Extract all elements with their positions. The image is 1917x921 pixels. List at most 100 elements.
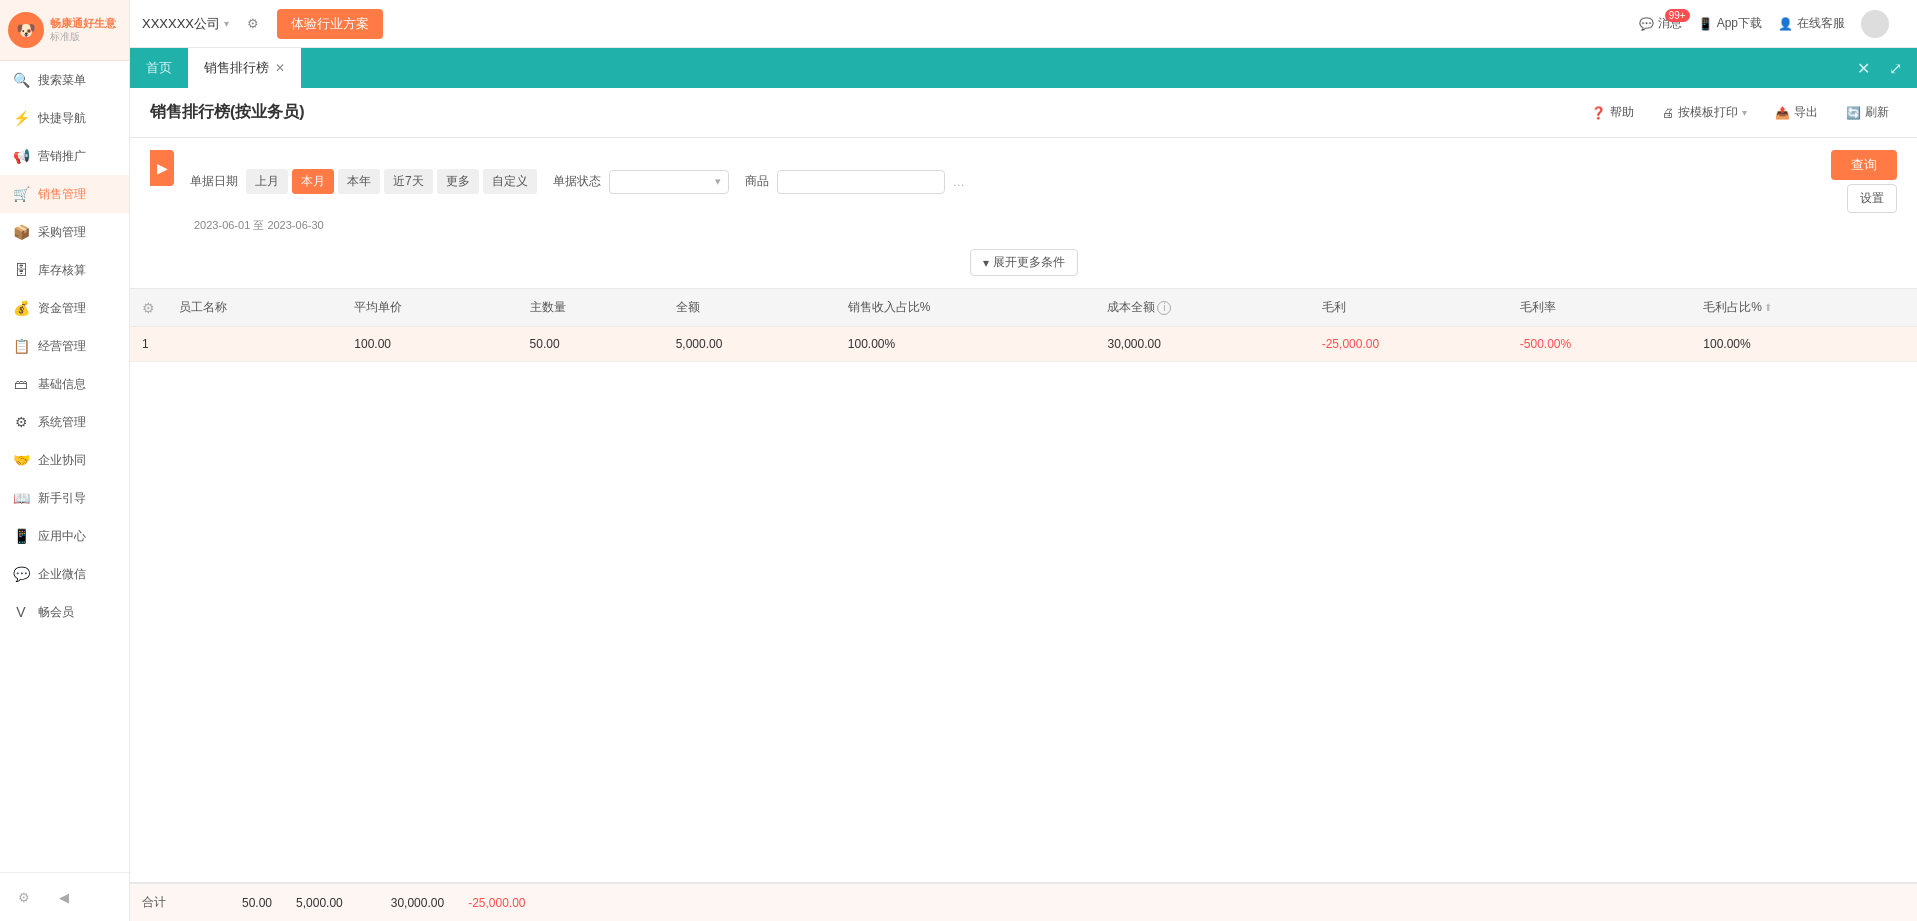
- sidebar-item-0[interactable]: 🔍搜索菜单: [0, 61, 129, 99]
- goods-input[interactable]: [777, 170, 945, 194]
- sidebar-settings-btn[interactable]: ⚙: [8, 881, 40, 913]
- message-badge: 99+: [1665, 9, 1690, 22]
- sidebar-item-5[interactable]: 🗄 库存核算: [0, 251, 129, 289]
- cell-amount-0: 5,000.00: [664, 327, 836, 362]
- sidebar-item-4[interactable]: 📦采购管理: [0, 213, 129, 251]
- sidebar-item-2[interactable]: 📢营销推广: [0, 137, 129, 175]
- date-btn-近7天[interactable]: 近7天: [384, 169, 433, 194]
- sidebar-item-6[interactable]: 💰资金管理: [0, 289, 129, 327]
- refresh-btn[interactable]: 🔄 刷新: [1838, 100, 1897, 125]
- sidebar-item-3[interactable]: 🛒销售管理: [0, 175, 129, 213]
- export-btn[interactable]: 📤 导出: [1767, 100, 1826, 125]
- sidebar-item-7[interactable]: 📋经营管理: [0, 327, 129, 365]
- filter-ellipsis[interactable]: …: [953, 175, 965, 189]
- print-btn[interactable]: 🖨 按模板打印 ▾: [1654, 100, 1755, 125]
- refresh-icon: 🔄: [1846, 106, 1861, 120]
- main-area: XXXXXX公司 ▾ ⚙ 体验行业方案 💬 消息 99+ 📱 App下载 👤 在…: [130, 0, 1917, 921]
- date-label: 单据日期: [190, 173, 238, 190]
- topbar-right: 💬 消息 99+ 📱 App下载 👤 在线客服: [1639, 10, 1905, 38]
- sidebar-item-14[interactable]: V畅会员: [0, 593, 129, 631]
- sidebar-item-8[interactable]: 🗃基础信息: [0, 365, 129, 403]
- sidebar-label-9: 系统管理: [38, 414, 86, 431]
- sidebar-icon-13: 💬: [12, 565, 30, 583]
- service-label: 在线客服: [1797, 15, 1845, 32]
- date-buttons: 上月本月本年近7天更多自定义: [246, 169, 537, 194]
- tab-close-all-btn[interactable]: ✕: [1849, 54, 1877, 82]
- expand-filter-btn[interactable]: ▾ 展开更多条件: [970, 249, 1078, 276]
- sort-icon-gross_pct[interactable]: ⬆: [1764, 302, 1772, 313]
- app-icon: 📱: [1698, 17, 1713, 31]
- date-btn-自定义[interactable]: 自定义: [483, 169, 537, 194]
- date-btn-本月[interactable]: 本月: [292, 169, 334, 194]
- expand-label: 展开更多条件: [993, 254, 1065, 271]
- sidebar-icon-1: ⚡: [12, 109, 30, 127]
- footer-amount: 5,000.00: [284, 896, 355, 910]
- company-dropdown-icon: ▾: [224, 18, 229, 29]
- sidebar-label-5: 库存核算: [38, 262, 86, 279]
- col-header-amount: 全额: [664, 289, 836, 327]
- sidebar-item-12[interactable]: 📱应用中心: [0, 517, 129, 555]
- sidebar-item-9[interactable]: ⚙系统管理: [0, 403, 129, 441]
- tab-expand-btn[interactable]: ⤢: [1881, 54, 1909, 82]
- filter-right-btns: 查询 设置: [1831, 150, 1897, 213]
- sidebar-label-14: 畅会员: [38, 604, 74, 621]
- col-header-gross: 毛利: [1310, 289, 1508, 327]
- refresh-label: 刷新: [1865, 104, 1889, 121]
- query-button[interactable]: 查询: [1831, 150, 1897, 180]
- cell-name-0: [167, 327, 342, 362]
- tab-label-1: 销售排行榜: [204, 59, 269, 77]
- tab-label-0: 首页: [146, 59, 172, 77]
- page-title: 销售排行榜(按业务员): [150, 102, 305, 123]
- sidebar-label-3: 销售管理: [38, 186, 86, 203]
- sidebar-icon-12: 📱: [12, 527, 30, 545]
- service-icon: 👤: [1778, 17, 1793, 31]
- help-btn[interactable]: ❓ 帮助: [1583, 100, 1642, 125]
- sidebar-label-13: 企业微信: [38, 566, 86, 583]
- trial-button[interactable]: 体验行业方案: [277, 9, 383, 39]
- footer-cost: 30,000.00: [379, 896, 456, 910]
- company-selector[interactable]: XXXXXX公司 ▾: [142, 15, 229, 33]
- info-icon-cost[interactable]: i: [1157, 301, 1171, 315]
- date-btn-本年[interactable]: 本年: [338, 169, 380, 194]
- status-select[interactable]: [609, 170, 729, 194]
- sidebar-item-10[interactable]: 🤝企业协同: [0, 441, 129, 479]
- tab-close-1[interactable]: ✕: [275, 61, 285, 75]
- date-btn-更多[interactable]: 更多: [437, 169, 479, 194]
- tab-end-buttons: ✕ ⤢: [1841, 54, 1917, 82]
- service-btn[interactable]: 👤 在线客服: [1778, 15, 1845, 32]
- col-header-index: ⚙: [130, 289, 167, 327]
- footer-name: [182, 896, 206, 910]
- app-download-btn[interactable]: 📱 App下载: [1698, 15, 1762, 32]
- sidebar-item-13[interactable]: 💬 企业微信: [0, 555, 129, 593]
- sidebar-label-4: 采购管理: [38, 224, 86, 241]
- print-dropdown-icon: ▾: [1742, 107, 1747, 118]
- date-filter: 单据日期 上月本月本年近7天更多自定义: [190, 169, 537, 194]
- footer-gross-rate: [538, 896, 562, 910]
- settings-icon[interactable]: ⚙: [239, 10, 267, 38]
- date-btn-上月[interactable]: 上月: [246, 169, 288, 194]
- help-icon: ❓: [1591, 106, 1606, 120]
- tab-1[interactable]: 销售排行榜 ✕: [188, 48, 301, 88]
- filter-row-1: 单据日期 上月本月本年近7天更多自定义 单据状态: [190, 150, 1897, 213]
- cell-sales_pct-0: 100.00%: [836, 327, 1096, 362]
- data-table: ⚙员工名称平均单价主数量全额销售收入占比%成本全额i毛利毛利率毛利占比%⬆ 11…: [130, 289, 1917, 362]
- table-body: 1100.0050.005,000.00100.00%30,000.00-25,…: [130, 327, 1917, 362]
- sidebar-item-1[interactable]: ⚡快捷导航: [0, 99, 129, 137]
- sidebar-logo: 🐶 畅康通好生意 标准版: [0, 0, 129, 61]
- sidebar-label-6: 资金管理: [38, 300, 86, 317]
- page-actions: ❓ 帮助 🖨 按模板打印 ▾ 📤 导出 🔄 刷新: [1583, 100, 1897, 125]
- settings-button[interactable]: 设置: [1847, 184, 1897, 213]
- sidebar-label-10: 企业协同: [38, 452, 86, 469]
- sidebar-collapse-btn[interactable]: ◀: [48, 881, 80, 913]
- avatar[interactable]: [1861, 10, 1889, 38]
- logo-text: 畅康通好生意: [50, 16, 116, 30]
- filter-collapse-btn[interactable]: ▶: [150, 150, 174, 186]
- column-settings-icon[interactable]: ⚙: [142, 300, 155, 316]
- tab-0[interactable]: 首页: [130, 48, 188, 88]
- message-btn[interactable]: 💬 消息 99+: [1639, 15, 1682, 32]
- logo-sub: 标准版: [50, 30, 116, 44]
- sidebar-icon-5: 🗄: [12, 261, 30, 279]
- sidebar-item-11[interactable]: 📖新手引导: [0, 479, 129, 517]
- cell-gross-0: -25,000.00: [1310, 327, 1508, 362]
- col-header-name: 员工名称: [167, 289, 342, 327]
